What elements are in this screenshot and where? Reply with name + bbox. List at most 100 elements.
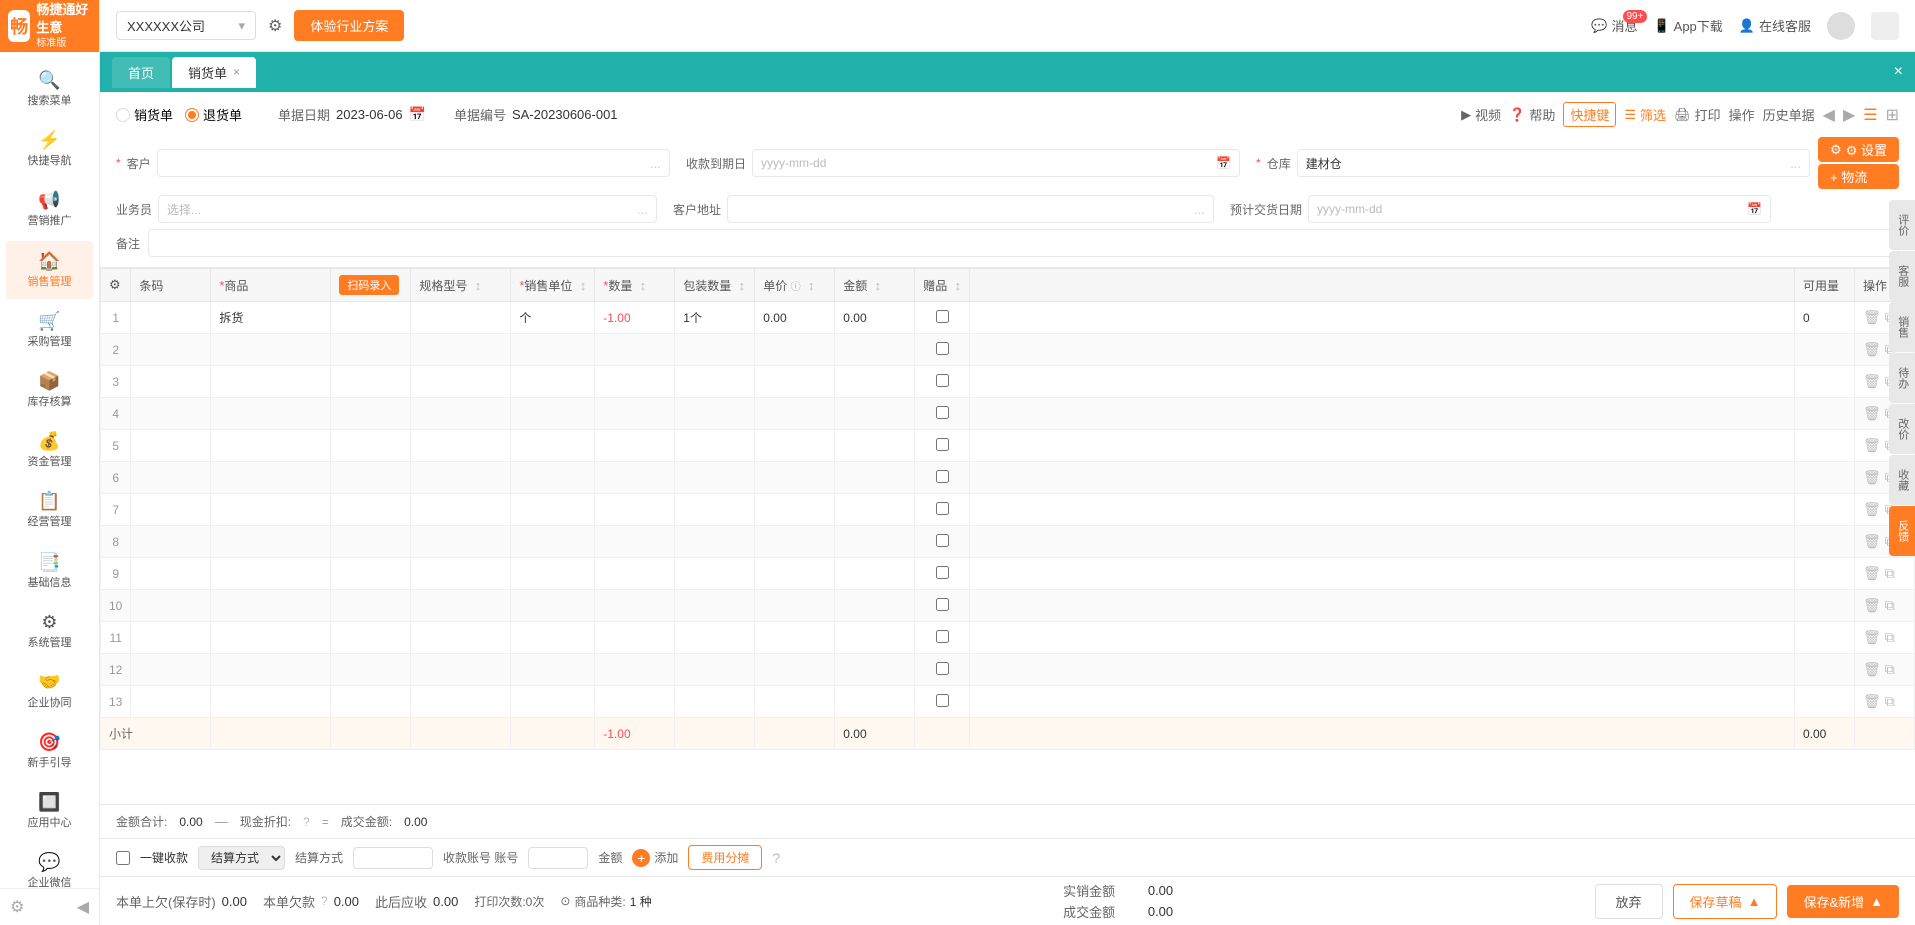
row-spec-12[interactable] [411, 686, 511, 718]
row-quantity-8[interactable] [595, 558, 675, 590]
row-unit-10[interactable] [511, 622, 595, 654]
row-price-5[interactable] [755, 462, 835, 494]
warehouse-input[interactable]: 建材仓 ... [1297, 149, 1810, 177]
user-avatar[interactable] [1827, 12, 1855, 40]
row-barcode-9[interactable] [131, 590, 211, 622]
row-gift-1[interactable] [915, 334, 970, 366]
customer-input[interactable]: ... [157, 149, 670, 177]
row-quantity-0[interactable]: -1.00 [595, 302, 675, 334]
row-quantity-3[interactable] [595, 398, 675, 430]
scan-btn[interactable]: 扫码录入 [339, 275, 399, 295]
row-pack-qty-9[interactable] [675, 590, 755, 622]
row-unit-5[interactable] [511, 462, 595, 494]
row-spec-11[interactable] [411, 654, 511, 686]
row-pack-qty-6[interactable] [675, 494, 755, 526]
row-unit-2[interactable] [511, 366, 595, 398]
float-btn-1[interactable]: 客服 [1889, 251, 1915, 301]
row-amount-6[interactable] [835, 494, 915, 526]
row-amount-11[interactable] [835, 654, 915, 686]
row-unit-6[interactable] [511, 494, 595, 526]
row-spec-3[interactable] [411, 398, 511, 430]
calendar-icon[interactable]: 📅 [409, 106, 426, 123]
row-amount-2[interactable] [835, 366, 915, 398]
row-barcode-10[interactable] [131, 622, 211, 654]
row-spec-8[interactable] [411, 558, 511, 590]
row-amount-7[interactable] [835, 526, 915, 558]
row-product-3[interactable] [211, 398, 331, 430]
row-copy-icon-9[interactable]: ⧉ [1885, 597, 1895, 614]
row-pack-qty-3[interactable] [675, 398, 755, 430]
row-unit-3[interactable] [511, 398, 595, 430]
row-product-6[interactable] [211, 494, 331, 526]
row-spec-2[interactable] [411, 366, 511, 398]
row-product-5[interactable] [211, 462, 331, 494]
row-pack-qty-2[interactable] [675, 366, 755, 398]
row-delete-icon-12[interactable]: 🗑 [1863, 693, 1881, 710]
row-quantity-12[interactable] [595, 686, 675, 718]
user-menu[interactable] [1871, 12, 1899, 40]
row-price-9[interactable] [755, 590, 835, 622]
row-product-9[interactable] [211, 590, 331, 622]
company-selector[interactable]: XXXXXX公司 ▾ [116, 11, 256, 40]
th-settings[interactable]: ⚙ [101, 269, 131, 302]
float-btn-5[interactable]: 收藏 [1889, 455, 1915, 505]
row-product-4[interactable] [211, 430, 331, 462]
row-delete-icon-8[interactable]: 🗑 [1863, 565, 1881, 582]
payment-account-input[interactable] [353, 847, 433, 869]
due-date-input[interactable]: yyyy-mm-dd 📅 [752, 149, 1240, 177]
row-quantity-1[interactable] [595, 334, 675, 366]
row-amount-12[interactable] [835, 686, 915, 718]
row-amount-9[interactable] [835, 590, 915, 622]
row-barcode-12[interactable] [131, 686, 211, 718]
sidebar-item-11[interactable]: 🎯新手引导 [6, 722, 93, 780]
row-barcode-7[interactable] [131, 526, 211, 558]
row-gift-4[interactable] [915, 430, 970, 462]
row-copy-icon-10[interactable]: ⧉ [1885, 629, 1895, 646]
sidebar-item-12[interactable]: 🔲应用中心 [6, 782, 93, 840]
row-unit-7[interactable] [511, 526, 595, 558]
row-amount-3[interactable] [835, 398, 915, 430]
row-pack-qty-1[interactable] [675, 334, 755, 366]
row-copy-icon-12[interactable]: ⧉ [1885, 693, 1895, 710]
product-type-icon[interactable]: ⊙ [560, 894, 570, 908]
row-product-1[interactable] [211, 334, 331, 366]
sidebar-item-2[interactable]: 📢营销推广 [6, 180, 93, 238]
row-unit-9[interactable] [511, 590, 595, 622]
payment-amount-input[interactable] [528, 847, 588, 869]
float-btn-4[interactable]: 改价 [1889, 404, 1915, 454]
print-btn[interactable]: 🖨 打印 [1674, 105, 1721, 124]
online-service-button[interactable]: 👤 在线客服 [1739, 16, 1811, 35]
row-delete-icon-5[interactable]: 🗑 [1863, 469, 1881, 486]
row-delete-icon-3[interactable]: 🗑 [1863, 405, 1881, 422]
row-product-0[interactable]: 拆货 [211, 302, 331, 334]
row-delete-icon-6[interactable]: 🗑 [1863, 501, 1881, 518]
row-barcode-2[interactable] [131, 366, 211, 398]
row-quantity-7[interactable] [595, 526, 675, 558]
row-gift-2[interactable] [915, 366, 970, 398]
row-spec-5[interactable] [411, 462, 511, 494]
save-draft-button[interactable]: 保存草稿 ▲ [1673, 884, 1778, 919]
row-delete-icon-7[interactable]: 🗑 [1863, 533, 1881, 550]
row-unit-4[interactable] [511, 430, 595, 462]
notes-input[interactable] [148, 229, 1899, 257]
sidebar-item-1[interactable]: ⚡快捷导航 [6, 120, 93, 178]
row-delete-icon-11[interactable]: 🗑 [1863, 661, 1881, 678]
row-gift-12[interactable] [915, 686, 970, 718]
expense-split-btn[interactable]: 费用分摊 [688, 845, 762, 870]
sidebar-item-4[interactable]: 🛒采购管理 [6, 301, 93, 359]
row-amount-5[interactable] [835, 462, 915, 494]
sidebar-item-10[interactable]: 🤝企业协同 [6, 662, 93, 720]
shortcut-btn[interactable]: 快捷键 [1563, 102, 1616, 127]
row-price-3[interactable] [755, 398, 835, 430]
row-price-10[interactable] [755, 622, 835, 654]
row-quantity-11[interactable] [595, 654, 675, 686]
row-pack-qty-5[interactable] [675, 462, 755, 494]
row-spec-10[interactable] [411, 622, 511, 654]
row-amount-4[interactable] [835, 430, 915, 462]
row-delete-icon-2[interactable]: 🗑 [1863, 373, 1881, 390]
row-unit-0[interactable]: 个 [511, 302, 595, 334]
row-price-8[interactable] [755, 558, 835, 590]
row-amount-8[interactable] [835, 558, 915, 590]
row-unit-12[interactable] [511, 686, 595, 718]
row-quantity-2[interactable] [595, 366, 675, 398]
